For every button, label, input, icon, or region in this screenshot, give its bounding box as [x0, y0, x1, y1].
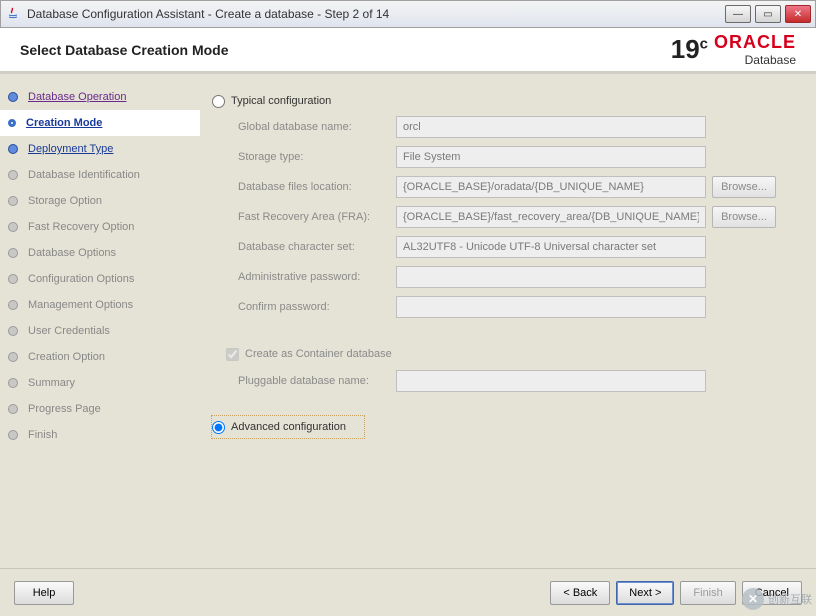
step-creation-option: Creation Option [0, 344, 200, 370]
wizard-footer: Help < Back Next > Finish Cancel [0, 568, 816, 616]
storage-type-label: Storage type: [238, 151, 396, 163]
step-database-options: Database Options [0, 240, 200, 266]
pdb-name-input [396, 370, 706, 392]
finish-button: Finish [680, 581, 735, 605]
java-icon [5, 6, 21, 22]
step-dot-icon [8, 430, 18, 440]
form-panel: Typical configuration Global database na… [200, 74, 816, 568]
db-files-location-input [396, 176, 706, 198]
step-user-credentials: User Credentials [0, 318, 200, 344]
charset-select [396, 236, 706, 258]
cancel-button[interactable]: Cancel [742, 581, 802, 605]
step-dot-icon [8, 92, 18, 102]
admin-password-input [396, 266, 706, 288]
step-dot-icon [8, 196, 18, 206]
storage-type-select [396, 146, 706, 168]
step-dot-icon [8, 378, 18, 388]
step-deployment-type[interactable]: Deployment Type [0, 136, 200, 162]
step-dot-icon [8, 119, 16, 127]
step-finish: Finish [0, 422, 200, 448]
step-dot-icon [8, 326, 18, 336]
step-dot-icon [8, 144, 18, 154]
window-titlebar: Database Configuration Assistant - Creat… [0, 0, 816, 28]
wizard-sidebar: Database Operation Creation Mode Deploym… [0, 74, 200, 568]
step-database-identification: Database Identification [0, 162, 200, 188]
global-db-name-label: Global database name: [238, 121, 396, 133]
step-dot-icon [8, 300, 18, 310]
confirm-password-input [396, 296, 706, 318]
global-db-name-input [396, 116, 706, 138]
page-header: Select Database Creation Mode 19c ORACLE… [0, 28, 816, 74]
step-management-options: Management Options [0, 292, 200, 318]
fra-input [396, 206, 706, 228]
step-dot-icon [8, 274, 18, 284]
minimize-button[interactable]: — [725, 5, 751, 23]
help-button[interactable]: Help [14, 581, 74, 605]
typical-configuration-radio[interactable]: Typical configuration [212, 90, 798, 112]
pdb-name-label: Pluggable database name: [238, 375, 396, 387]
fra-label: Fast Recovery Area (FRA): [238, 211, 396, 223]
confirm-password-label: Confirm password: [238, 301, 396, 313]
step-dot-icon [8, 352, 18, 362]
step-dot-icon [8, 404, 18, 414]
step-storage-option: Storage Option [0, 188, 200, 214]
step-configuration-options: Configuration Options [0, 266, 200, 292]
back-button[interactable]: < Back [550, 581, 610, 605]
step-dot-icon [8, 222, 18, 232]
close-button[interactable]: ✕ [785, 5, 811, 23]
step-dot-icon [8, 248, 18, 258]
brand-logo: 19c ORACLE Database [671, 32, 796, 67]
next-button[interactable]: Next > [616, 581, 674, 605]
charset-label: Database character set: [238, 241, 396, 253]
maximize-button[interactable]: ▭ [755, 5, 781, 23]
db-files-location-label: Database files location: [238, 181, 396, 193]
page-title: Select Database Creation Mode [20, 42, 671, 58]
step-summary: Summary [0, 370, 200, 396]
window-title: Database Configuration Assistant - Creat… [27, 7, 725, 21]
db-files-browse-button: Browse... [712, 176, 776, 198]
fra-browse-button: Browse... [712, 206, 776, 228]
admin-password-label: Administrative password: [238, 271, 396, 283]
step-fast-recovery-option: Fast Recovery Option [0, 214, 200, 240]
step-dot-icon [8, 170, 18, 180]
advanced-configuration-radio[interactable]: Advanced configuration [212, 416, 364, 438]
create-container-db-checkbox: Create as Container database [222, 342, 798, 366]
step-progress-page: Progress Page [0, 396, 200, 422]
step-creation-mode[interactable]: Creation Mode [0, 110, 200, 136]
step-database-operation[interactable]: Database Operation [0, 84, 200, 110]
